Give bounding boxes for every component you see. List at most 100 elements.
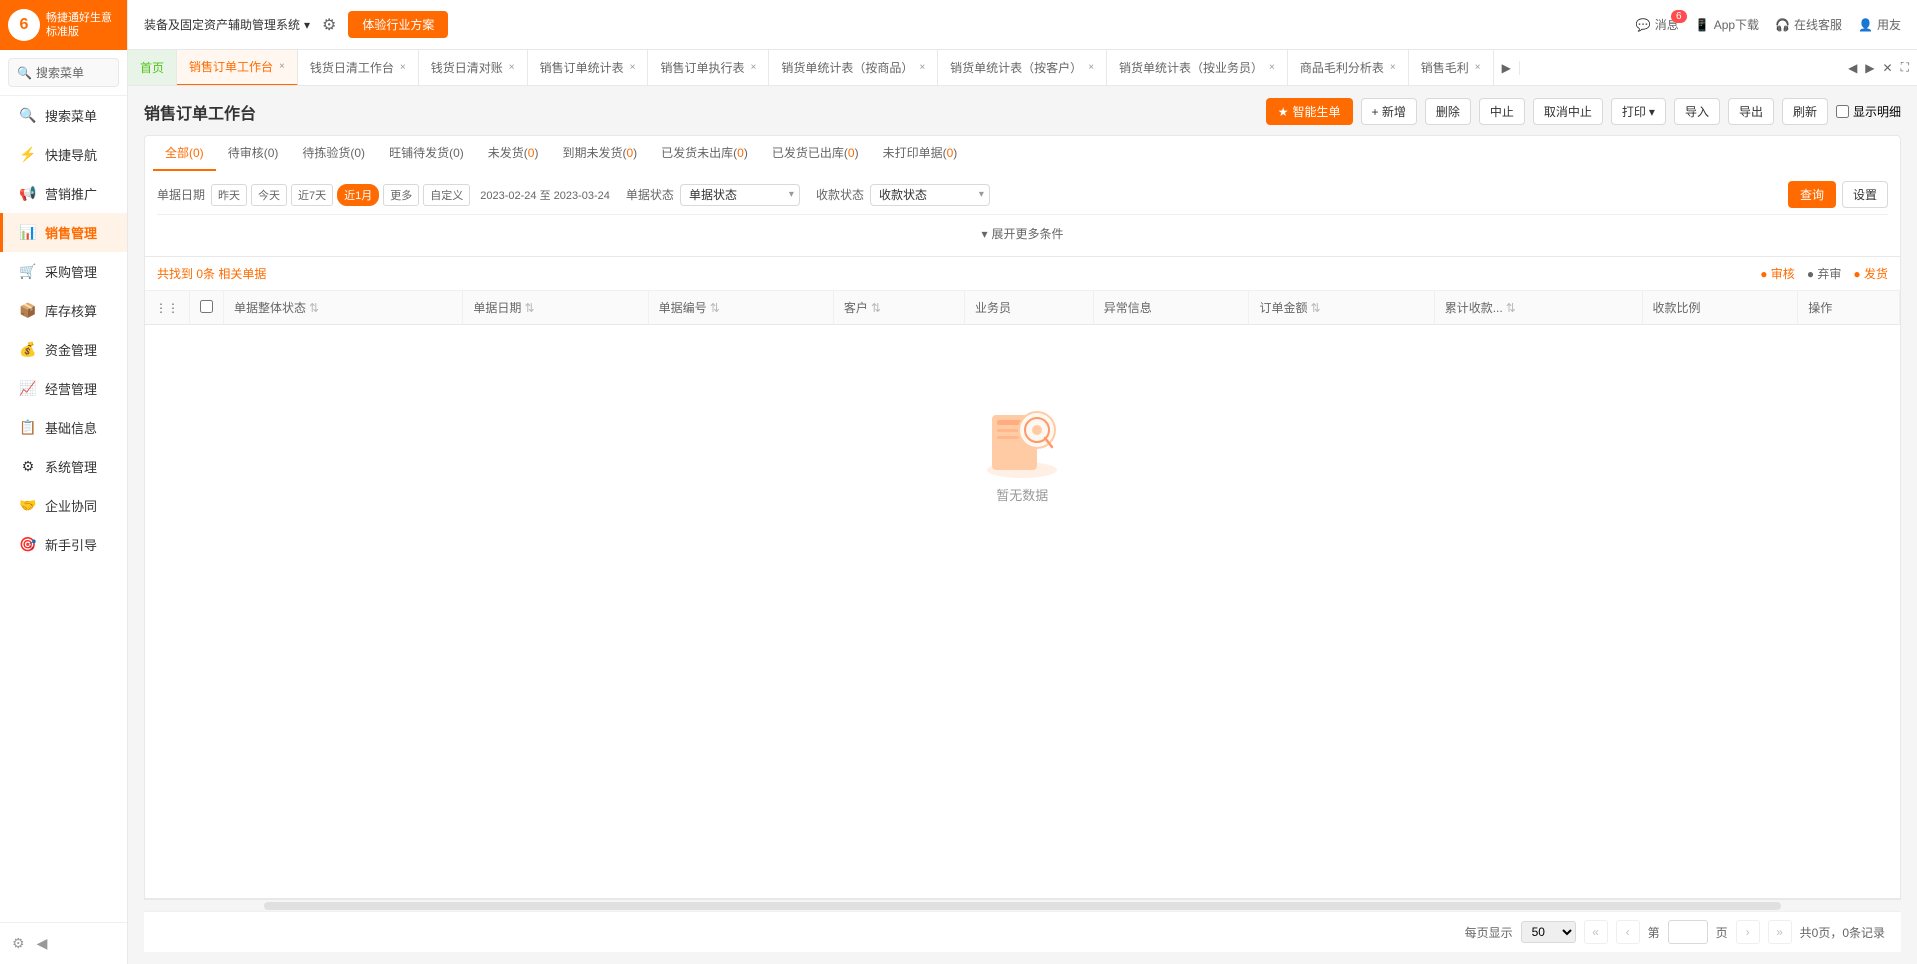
tab-close-icon[interactable]: ×: [1269, 62, 1275, 73]
tab-7[interactable]: 销货单统计表（按客户）×: [938, 50, 1107, 86]
tabs-more-button[interactable]: ▶: [1494, 61, 1520, 75]
date-btn-自定义[interactable]: 自定义: [423, 184, 470, 206]
page-size-select[interactable]: 102050100: [1521, 921, 1576, 943]
export-button[interactable]: 导出: [1728, 98, 1774, 125]
tab-close-icon[interactable]: ×: [750, 62, 756, 73]
stop-button[interactable]: 中止: [1479, 98, 1525, 125]
online-service-action[interactable]: 🎧 在线客服: [1775, 16, 1842, 33]
cancel-stop-button[interactable]: 取消中止: [1533, 98, 1603, 125]
sub-tab-到期未发货[interactable]: 到期未发货(0): [550, 136, 649, 171]
page-number-input[interactable]: 1: [1668, 920, 1708, 944]
tab-5[interactable]: 销售订单执行表×: [648, 50, 769, 86]
tab-2[interactable]: 钱货日清工作台×: [298, 50, 419, 86]
sub-tab-待拣验货[interactable]: 待拣验货(0): [290, 136, 377, 171]
last-page-button[interactable]: »: [1768, 920, 1792, 944]
date-btn-今天[interactable]: 今天: [251, 184, 287, 206]
tab-close-icon[interactable]: ×: [919, 62, 925, 73]
show-detail-checkbox[interactable]: [1836, 105, 1849, 118]
topbar-gear-icon[interactable]: ⚙: [322, 15, 336, 35]
th-客户[interactable]: 客户⇅: [833, 291, 964, 325]
sidebar-item-基础信息[interactable]: 📋基础信息: [0, 408, 127, 447]
tabs-next-icon[interactable]: ▶: [1865, 61, 1874, 75]
sub-tab-未发货[interactable]: 未发货(0): [476, 136, 551, 171]
th-单据编号[interactable]: 单据编号⇅: [648, 291, 833, 325]
sidebar-item-快捷导航[interactable]: ⚡快捷导航: [0, 135, 127, 174]
th-订单金额[interactable]: 订单金额⇅: [1249, 291, 1434, 325]
settings-icon[interactable]: ⚙: [12, 935, 25, 952]
tab-3[interactable]: 钱货日清对账×: [419, 50, 528, 86]
print-button[interactable]: 打印 ▾: [1611, 98, 1666, 125]
tab-1[interactable]: 销售订单工作台×: [177, 50, 298, 86]
tab-close-icon[interactable]: ×: [630, 62, 636, 73]
table-area: 共找到 0条 相关单据 ● 审核● 弃审● 发货 ⋮⋮单据整体状态⇅单据日期⇅单…: [144, 257, 1901, 899]
sidebar-item-企业协同[interactable]: 🤝企业协同: [0, 486, 127, 525]
sub-tab-待审核[interactable]: 待审核(0): [216, 136, 291, 171]
th-累计收款...[interactable]: 累计收款...⇅: [1434, 291, 1642, 325]
tab-close-icon[interactable]: ×: [1475, 62, 1481, 73]
system-title-dropdown[interactable]: 装备及固定资产辅助管理系统 ▾: [144, 16, 310, 33]
sub-tab-全部[interactable]: 全部(0): [153, 136, 216, 171]
sidebar-item-label: 库存核算: [45, 301, 97, 320]
tab-close-icon[interactable]: ×: [279, 61, 285, 72]
app-download-action[interactable]: 📱 App下载: [1695, 16, 1759, 33]
date-btn-近7天[interactable]: 近7天: [291, 184, 333, 206]
tab-6[interactable]: 销货单统计表（按商品）×: [769, 50, 938, 86]
tab-10[interactable]: 销售毛利×: [1409, 50, 1494, 86]
table-op-发货[interactable]: ● 发货: [1853, 265, 1888, 282]
sub-tab-旺铺待发货[interactable]: 旺铺待发货(0): [377, 136, 476, 171]
th-单据日期[interactable]: 单据日期⇅: [463, 291, 648, 325]
tab-close-icon[interactable]: ×: [509, 62, 515, 73]
tab-close-icon[interactable]: ×: [1088, 62, 1094, 73]
sidebar-item-搜索菜单[interactable]: 🔍搜索菜单: [0, 96, 127, 135]
prev-page-button[interactable]: ‹: [1616, 920, 1640, 944]
collapse-icon[interactable]: ◀: [37, 935, 48, 952]
sidebar-item-库存核算[interactable]: 📦库存核算: [0, 291, 127, 330]
status-select[interactable]: 单据状态: [680, 184, 800, 206]
sidebar-item-营销推广[interactable]: 📢营销推广: [0, 174, 127, 213]
sub-tab-已发货已出库[interactable]: 已发货已出库(0): [760, 136, 871, 171]
search-menu-button[interactable]: 🔍 搜索菜单: [8, 58, 119, 87]
user-action[interactable]: 👤 用友: [1858, 16, 1901, 33]
solution-button[interactable]: 体验行业方案: [348, 11, 448, 38]
tab-8[interactable]: 销货单统计表（按业务员）×: [1107, 50, 1288, 86]
tab-close-icon[interactable]: ×: [1390, 62, 1396, 73]
delete-button[interactable]: 删除: [1425, 98, 1471, 125]
sidebar-item-采购管理[interactable]: 🛒采购管理: [0, 252, 127, 291]
tab-9[interactable]: 商品毛利分析表×: [1288, 50, 1409, 86]
tab-4[interactable]: 销售订单统计表×: [528, 50, 649, 86]
th-单据整体状态[interactable]: 单据整体状态⇅: [224, 291, 463, 325]
sidebar-item-新手引导[interactable]: 🎯新手引导: [0, 525, 127, 564]
tabs-prev-icon[interactable]: ◀: [1848, 61, 1857, 75]
first-page-button[interactable]: «: [1584, 920, 1608, 944]
tabs-close-all-icon[interactable]: ✕: [1883, 61, 1893, 75]
tab-close-icon[interactable]: ×: [400, 62, 406, 73]
sidebar-item-系统管理[interactable]: ⚙系统管理: [0, 447, 127, 486]
table-op-弃审[interactable]: ● 弃审: [1807, 265, 1842, 282]
new-button[interactable]: + 新增: [1361, 98, 1417, 125]
messages-action[interactable]: 💬 消息 6: [1636, 16, 1679, 33]
sub-tab-未打印单据[interactable]: 未打印单据(0): [871, 136, 970, 171]
sidebar-item-资金管理[interactable]: 💰资金管理: [0, 330, 127, 369]
expand-more-button[interactable]: ▾ 展开更多条件: [973, 221, 1071, 246]
table-scroll[interactable]: ⋮⋮单据整体状态⇅单据日期⇅单据编号⇅客户⇅业务员异常信息订单金额⇅累计收款..…: [145, 291, 1900, 898]
nav-icon: 📢: [19, 185, 37, 202]
payment-select[interactable]: 收款状态: [870, 184, 990, 206]
show-detail-label[interactable]: 显示明细: [1836, 103, 1901, 120]
next-page-button[interactable]: ›: [1736, 920, 1760, 944]
date-btn-更多[interactable]: 更多: [383, 184, 419, 206]
refresh-button[interactable]: 刷新: [1782, 98, 1828, 125]
import-button[interactable]: 导入: [1674, 98, 1720, 125]
sub-tab-已发货未出库[interactable]: 已发货未出库(0): [649, 136, 760, 171]
tab-0[interactable]: 首页: [128, 50, 177, 86]
tabs-fullscreen-icon[interactable]: ⛶: [1901, 60, 1909, 75]
select-all-checkbox[interactable]: [200, 300, 213, 313]
smart-create-button[interactable]: ★ 智能生单: [1266, 98, 1353, 125]
setting-button[interactable]: 设置: [1842, 181, 1888, 208]
date-btn-昨天[interactable]: 昨天: [211, 184, 247, 206]
sidebar-item-经营管理[interactable]: 📈经营管理: [0, 369, 127, 408]
horizontal-scrollbar[interactable]: [144, 899, 1901, 911]
table-op-审核[interactable]: ● 审核: [1760, 265, 1795, 282]
query-button[interactable]: 查询: [1788, 181, 1836, 208]
date-btn-近1月[interactable]: 近1月: [337, 184, 379, 206]
sidebar-item-销售管理[interactable]: 📊销售管理: [0, 213, 127, 252]
